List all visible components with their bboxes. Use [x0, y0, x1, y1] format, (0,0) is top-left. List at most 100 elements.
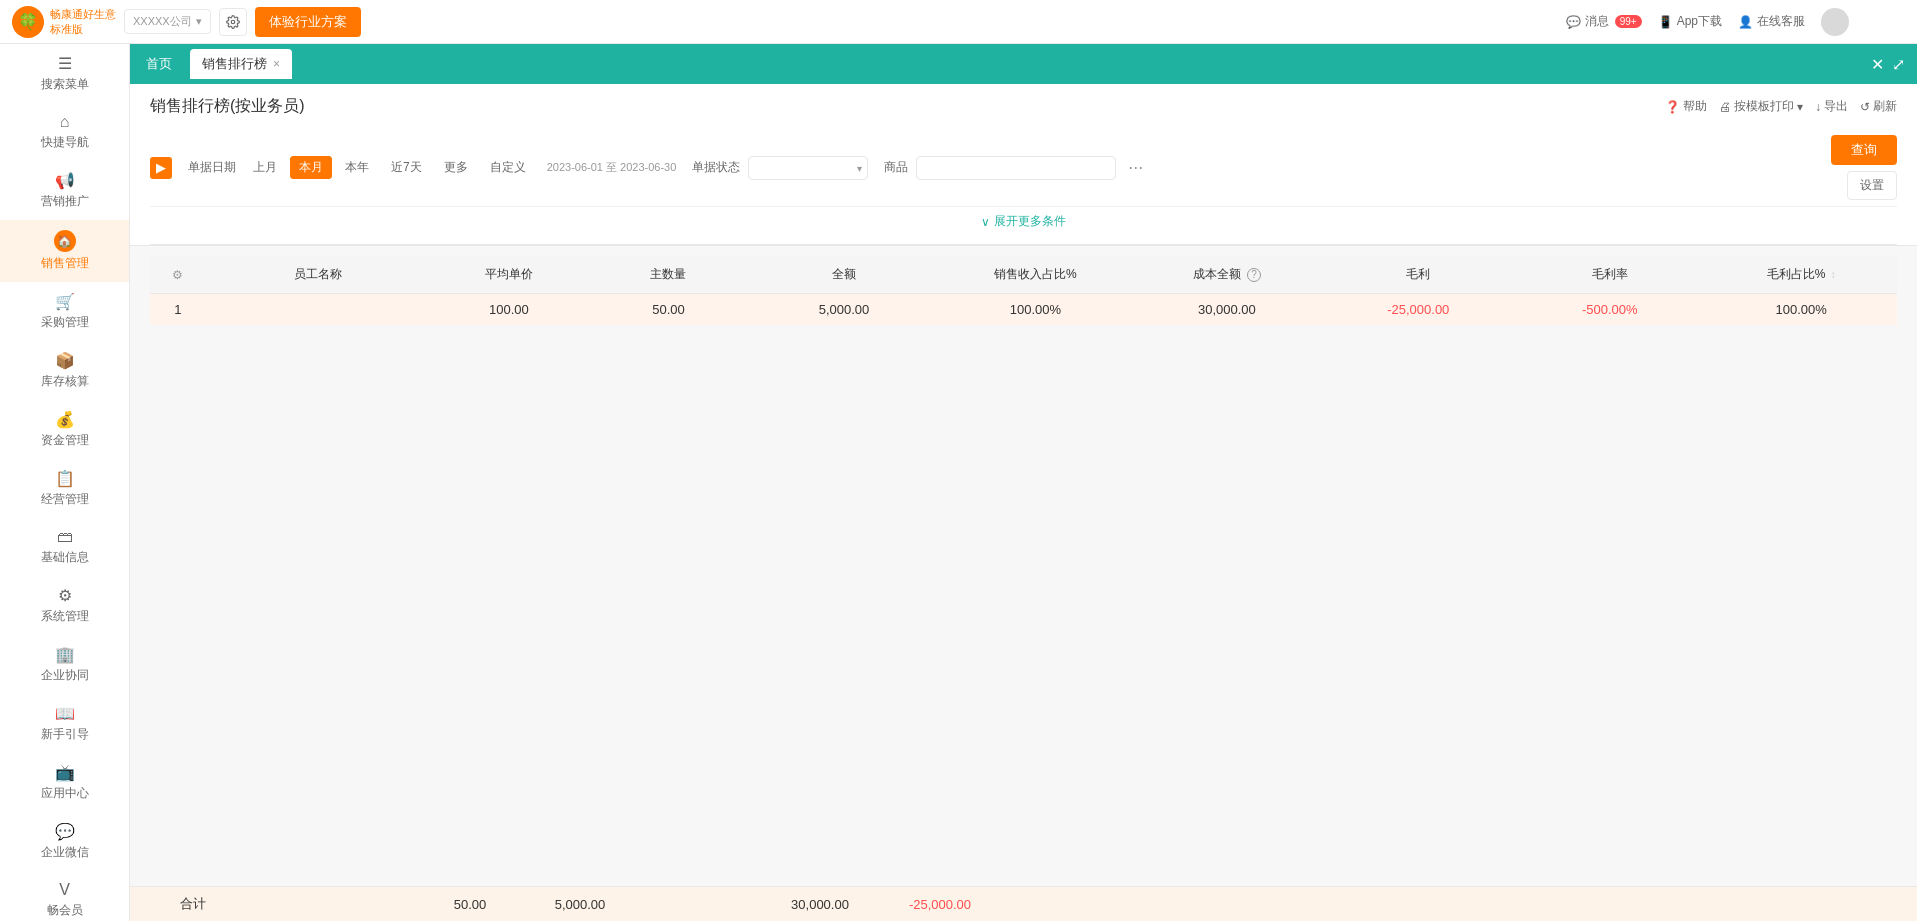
sidebar-wechat-label: 企业微信 [41, 844, 89, 861]
avatar[interactable] [1821, 8, 1849, 36]
app-download-btn[interactable]: 📱 App下载 [1658, 13, 1722, 30]
page-header: 销售排行榜(按业务员) ❓ 帮助 🖨 按模板打印 ▾ [130, 84, 1917, 246]
th-gross-label: 毛利 [1406, 267, 1430, 281]
date-filter-label: 单据日期 [188, 159, 236, 176]
cell-gross: -25,000.00 [1323, 294, 1514, 326]
date-tab-7days[interactable]: 近7天 [382, 156, 431, 179]
status-select[interactable] [748, 156, 868, 180]
trial-button[interactable]: 体验行业方案 [255, 7, 361, 37]
help-label: 帮助 [1683, 98, 1707, 115]
status-filter-group: 单据状态 [692, 156, 868, 180]
expand-chevron-icon: ∨ [981, 215, 990, 229]
sidebar-item-purchase[interactable]: 🛒 采购管理 [0, 282, 129, 341]
th-gross-rate-label: 毛利率 [1592, 267, 1628, 281]
filter-toggle-btn[interactable]: ▶ [150, 157, 172, 179]
date-tab-last-month[interactable]: 上月 [244, 156, 286, 179]
tab-bar: 首页 销售排行榜 × ✕ ⤢ [130, 44, 1917, 84]
enterprise-icon: 🏢 [55, 645, 75, 664]
company-name: XXXXX公司 [133, 14, 192, 29]
footer-row: 合计 50.00 5,000.00 30,000.00 -25,000.00 [150, 895, 1897, 913]
sidebar-item-enterprise[interactable]: 🏢 企业协同 [0, 635, 129, 694]
help-link[interactable]: ❓ 帮助 [1665, 98, 1707, 115]
sidebar-inventory-label: 库存核算 [41, 373, 89, 390]
tab-home[interactable]: 首页 [130, 44, 188, 84]
sidebar-system-label: 系统管理 [41, 608, 89, 625]
settings-icon-btn[interactable] [219, 8, 247, 36]
sidebar: ☰ 搜索菜单 ⌂ 快捷导航 📢 营销推广 🏠 销售管理 🛒 采购管理 📦 库 [0, 44, 130, 921]
search-button[interactable]: 查询 [1831, 135, 1897, 165]
goods-input[interactable] [916, 156, 1116, 180]
data-table: ⚙ 员工名称 平均单价 主数量 [150, 256, 1897, 326]
date-tab-more[interactable]: 更多 [435, 156, 477, 179]
date-tabs: 上月 本月 本年 近7天 更多 自定义 [244, 156, 535, 179]
sidebar-guide-label: 新手引导 [41, 726, 89, 743]
wechat-icon: 💬 [55, 822, 75, 841]
sidebar-apps-label: 应用中心 [41, 785, 89, 802]
set-button[interactable]: 设置 [1847, 171, 1897, 200]
footer-amount: 5,000.00 [520, 897, 640, 912]
logo-area: 🍀 畅康通好生意 标准版 [12, 6, 116, 38]
th-amount: 全额 [748, 256, 939, 294]
sidebar-item-apps[interactable]: 📺 应用中心 [0, 753, 129, 812]
sidebar-basic-label: 基础信息 [41, 549, 89, 566]
sidebar-item-nav[interactable]: ⌂ 快捷导航 [0, 103, 129, 161]
status-filter-label: 单据状态 [692, 159, 740, 176]
logo-icon: 🍀 [12, 6, 44, 38]
sidebar-item-basic[interactable]: 🗃 基础信息 [0, 518, 129, 576]
th-employee-name-label: 员工名称 [294, 267, 342, 281]
export-link[interactable]: ↓ 导出 [1815, 98, 1848, 115]
tab-expand-btn[interactable]: ⤢ [1892, 55, 1905, 74]
refresh-link[interactable]: ↺ 刷新 [1860, 98, 1897, 115]
tab-label: 销售排行榜 [202, 55, 267, 73]
th-settings: ⚙ [150, 256, 206, 294]
sidebar-item-wechat[interactable]: 💬 企业微信 [0, 812, 129, 871]
sidebar-item-operation[interactable]: 📋 经营管理 [0, 459, 129, 518]
app-download-label: App下载 [1677, 13, 1722, 30]
print-link[interactable]: 🖨 按模板打印 ▾ [1719, 98, 1803, 115]
tab-close-window-btn[interactable]: ✕ [1871, 55, 1884, 74]
top-bar-right: 💬 消息 99+ 📱 App下载 👤 在线客服 [1566, 8, 1905, 36]
apps-icon: 📺 [55, 763, 75, 782]
table-header-row: ⚙ 员工名称 平均单价 主数量 [150, 256, 1897, 294]
tab-close-btn[interactable]: × [273, 57, 280, 71]
cell-gross-pct: 100.00% [1705, 294, 1897, 326]
date-tab-custom[interactable]: 自定义 [481, 156, 535, 179]
table-footer: 合计 50.00 5,000.00 30,000.00 -25,000.00 [130, 886, 1917, 921]
sidebar-item-inventory[interactable]: 📦 库存核算 [0, 341, 129, 400]
sidebar-item-marketing[interactable]: 📢 营销推广 [0, 161, 129, 220]
page-actions: ❓ 帮助 🖨 按模板打印 ▾ ↓ 导出 [1665, 98, 1897, 115]
sidebar-item-system[interactable]: ⚙ 系统管理 [0, 576, 129, 635]
tab-right-buttons: ✕ ⤢ [1871, 55, 1917, 74]
table-body: 1 100.00 50.00 5,000.00 100.00% 30,000.0… [150, 294, 1897, 326]
th-avg-price: 平均单价 [429, 256, 589, 294]
footer-qty: 50.00 [420, 897, 520, 912]
th-cost: 成本全额 ? [1131, 256, 1322, 294]
expand-button[interactable]: ∨ 展开更多条件 [981, 213, 1066, 230]
action-buttons: 查询 设置 [1831, 135, 1897, 200]
message-btn[interactable]: 💬 消息 99+ [1566, 13, 1642, 30]
th-cost-label: 成本全额 [1193, 267, 1241, 281]
sidebar-nav-label: 快捷导航 [41, 134, 89, 151]
company-selector[interactable]: XXXXX公司 ▾ [124, 9, 211, 34]
operation-icon: 📋 [55, 469, 75, 488]
sidebar-item-finance[interactable]: 💰 资金管理 [0, 400, 129, 459]
table-settings-gear-icon[interactable]: ⚙ [172, 268, 183, 282]
sidebar-item-sales[interactable]: 🏠 销售管理 [0, 220, 129, 282]
sidebar-item-search[interactable]: ☰ 搜索菜单 [0, 44, 129, 103]
online-service-btn[interactable]: 👤 在线客服 [1738, 13, 1805, 30]
footer-cost: 30,000.00 [760, 897, 880, 912]
page-title: 销售排行榜(按业务员) [150, 96, 305, 117]
more-filters-btn[interactable]: ··· [1128, 157, 1143, 178]
tab-sales-ranking[interactable]: 销售排行榜 × [190, 49, 292, 79]
date-tab-this-year[interactable]: 本年 [336, 156, 378, 179]
th-avg-price-label: 平均单价 [485, 267, 533, 281]
table-container: ⚙ 员工名称 平均单价 主数量 [130, 246, 1917, 886]
date-filter-group: 单据日期 上月 本月 本年 近7天 更多 自定义 2023-06-01 至 20… [188, 156, 676, 179]
sidebar-item-member[interactable]: V 畅会员 [0, 871, 129, 921]
th-employee-name: 员工名称 [206, 256, 429, 294]
date-tab-this-month[interactable]: 本月 [290, 156, 332, 179]
cost-help-icon[interactable]: ? [1247, 268, 1261, 282]
sidebar-item-guide[interactable]: 📖 新手引导 [0, 694, 129, 753]
basic-icon: 🗃 [57, 528, 73, 546]
th-qty-label: 主数量 [650, 267, 686, 281]
